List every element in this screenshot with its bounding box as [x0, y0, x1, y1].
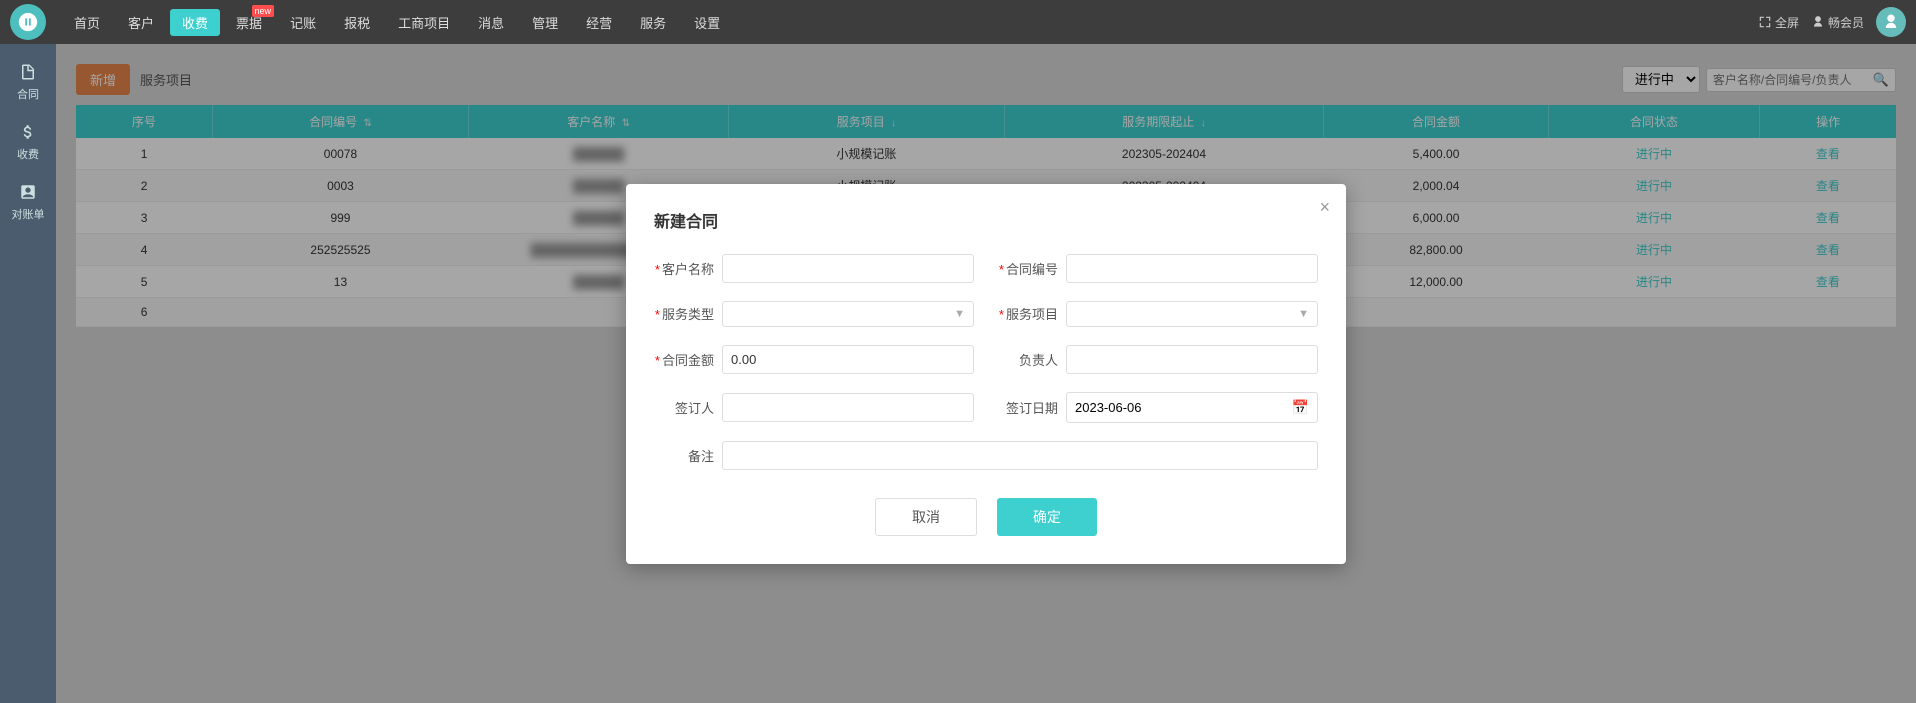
form-group-service-item: *服务项目 ▼: [998, 301, 1318, 327]
service-item-label: *服务项目: [998, 304, 1058, 323]
sidebar-item-fee-label: 收费: [17, 146, 39, 162]
service-type-label: *服务类型: [654, 304, 714, 323]
service-item-arrow-icon: ▼: [1298, 308, 1309, 320]
sidebar-item-statement[interactable]: 对账单: [3, 174, 53, 230]
service-type-arrow-icon: ▼: [954, 308, 965, 320]
form-row-5: 备注: [654, 441, 1318, 470]
calendar-icon[interactable]: 📅: [1292, 399, 1309, 416]
amount-input[interactable]: [722, 345, 974, 374]
member-button[interactable]: 畅会员: [1811, 14, 1864, 31]
nav-item-service[interactable]: 服务: [628, 9, 678, 36]
modal-footer: 取消 确定: [654, 498, 1318, 536]
sign-date-label: 签订日期: [998, 398, 1058, 417]
form-group-signer: 签订人: [654, 392, 974, 423]
form-row-3: *合同金额 负责人: [654, 345, 1318, 374]
app-logo[interactable]: [10, 4, 46, 40]
nav-item-manage[interactable]: 管理: [520, 9, 570, 36]
main-content: 新增 服务项目 进行中 已完成 全部 🔍: [56, 44, 1916, 703]
nav-item-bookkeeping[interactable]: 记账: [278, 9, 328, 36]
user-avatar[interactable]: [1876, 7, 1906, 37]
form-row-4: 签订人 签订日期 2023-06-06 📅: [654, 392, 1318, 423]
confirm-button[interactable]: 确定: [997, 498, 1097, 536]
fullscreen-button[interactable]: 全屏: [1758, 14, 1799, 31]
nav-item-tax[interactable]: 报税: [332, 9, 382, 36]
responsible-label: 负责人: [998, 350, 1058, 369]
customer-name-input[interactable]: [722, 254, 974, 283]
new-badge: new: [252, 5, 275, 17]
form-group-service-type: *服务类型 ▼: [654, 301, 974, 327]
sidebar-item-statement-label: 对账单: [12, 206, 45, 222]
service-item-select[interactable]: ▼: [1066, 301, 1318, 327]
customer-name-label: *客户名称: [654, 259, 714, 278]
sign-date-value: 2023-06-06: [1075, 400, 1142, 415]
remark-input[interactable]: [722, 441, 1318, 470]
form-group-responsible: 负责人: [998, 345, 1318, 374]
cancel-button[interactable]: 取消: [875, 498, 977, 536]
responsible-input[interactable]: [1066, 345, 1318, 374]
nav-item-customer[interactable]: 客户: [116, 9, 166, 36]
modal-overlay: 新建合同 × *客户名称 *合同编号 *服务类型: [56, 44, 1916, 703]
nav-item-business[interactable]: 工商项目: [386, 9, 462, 36]
sidebar-item-contract-label: 合同: [17, 86, 39, 102]
nav-item-home[interactable]: 首页: [62, 9, 112, 36]
sidebar: 合同 收费 对账单: [0, 44, 56, 703]
nav-item-settings[interactable]: 设置: [682, 9, 732, 36]
sidebar-item-fee[interactable]: 收费: [3, 114, 53, 170]
form-row-1: *客户名称 *合同编号: [654, 254, 1318, 283]
form-group-remark: 备注: [654, 441, 1318, 470]
sidebar-item-contract[interactable]: 合同: [3, 54, 53, 110]
signer-input[interactable]: [722, 393, 974, 422]
signer-label: 签订人: [654, 398, 714, 417]
nav-item-operation[interactable]: 经营: [574, 9, 624, 36]
nav-item-invoice[interactable]: 票据 new: [224, 9, 274, 36]
form-row-2: *服务类型 ▼ *服务项目 ▼: [654, 301, 1318, 327]
form-group-sign-date: 签订日期 2023-06-06 📅: [998, 392, 1318, 423]
main-layout: 合同 收费 对账单 新增 服务项目 进行中 已完成: [0, 44, 1916, 703]
statement-icon: [18, 182, 38, 202]
sign-date-picker[interactable]: 2023-06-06 📅: [1066, 392, 1318, 423]
modal-title: 新建合同: [654, 208, 1318, 232]
modal-close-button[interactable]: ×: [1319, 198, 1330, 216]
form-group-contract-no: *合同编号: [998, 254, 1318, 283]
fee-icon: [18, 122, 38, 142]
right-actions: 全屏 畅会员: [1758, 7, 1906, 37]
new-contract-modal: 新建合同 × *客户名称 *合同编号 *服务类型: [626, 184, 1346, 564]
contract-icon: [18, 62, 38, 82]
amount-label: *合同金额: [654, 350, 714, 369]
form-group-amount: *合同金额: [654, 345, 974, 374]
contract-no-label: *合同编号: [998, 259, 1058, 278]
contract-no-input[interactable]: [1066, 254, 1318, 283]
remark-label: 备注: [654, 446, 714, 465]
nav-item-message[interactable]: 消息: [466, 9, 516, 36]
form-group-customer-name: *客户名称: [654, 254, 974, 283]
service-type-select[interactable]: ▼: [722, 301, 974, 327]
nav-items-list: 首页 客户 收费 票据 new 记账 报税 工商项目 消息 管理 经营 服务 设…: [62, 9, 1758, 36]
top-navigation: 首页 客户 收费 票据 new 记账 报税 工商项目 消息 管理 经营 服务 设…: [0, 0, 1916, 44]
nav-item-fee[interactable]: 收费: [170, 9, 220, 36]
